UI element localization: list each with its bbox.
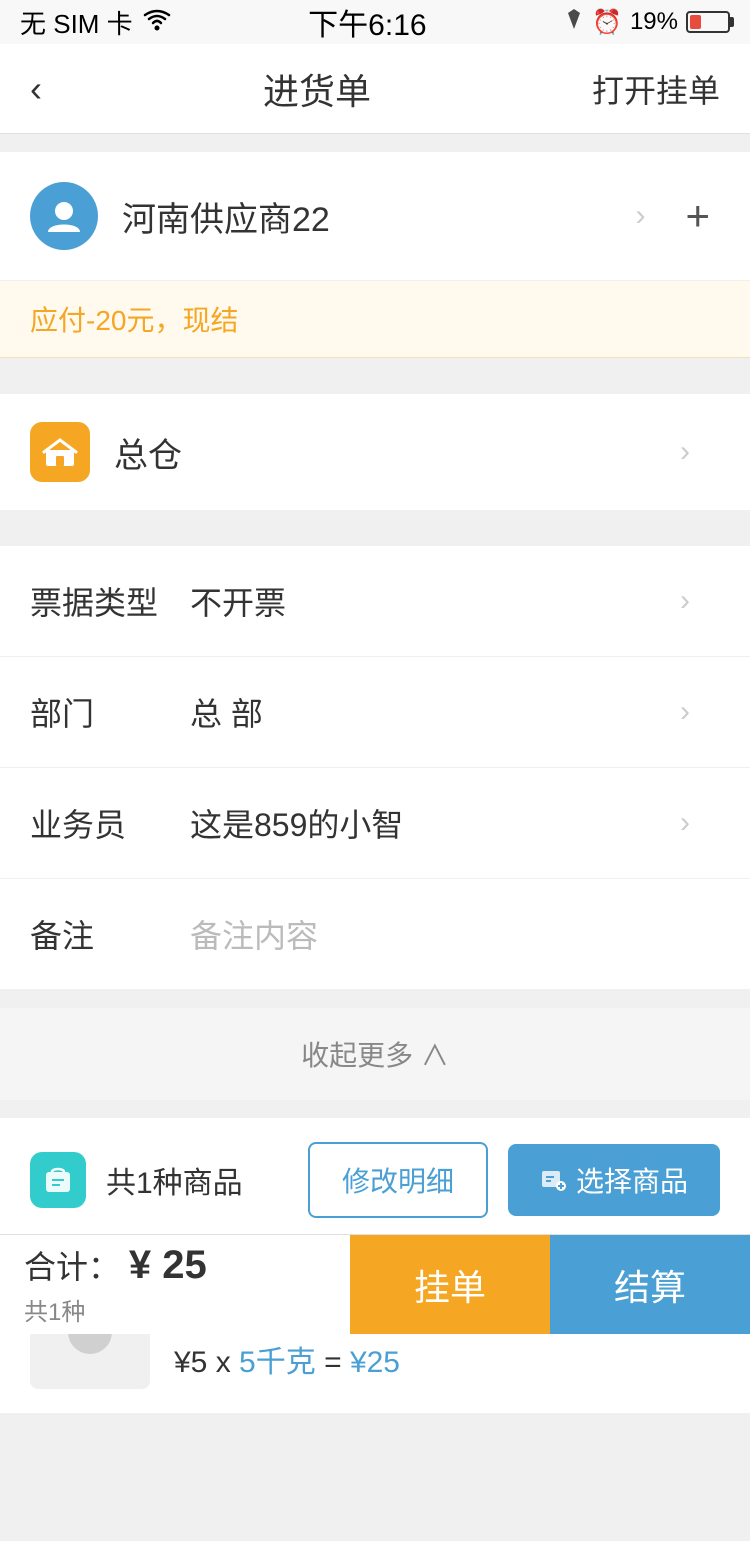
select-product-label: 选择商品 (576, 1160, 688, 1200)
supplier-row[interactable]: 河南供应商22 › + (0, 152, 750, 281)
warehouse-chevron-icon: › (680, 435, 690, 469)
product-count-icon (30, 1152, 86, 1208)
staff-chevron-icon: › (680, 806, 690, 840)
remark-input[interactable]: 备注内容 (190, 911, 720, 957)
dept-value: 总 部 (190, 689, 680, 735)
divider-1 (0, 134, 750, 152)
total-amount: ¥ 25 (129, 1243, 207, 1287)
supplier-avatar (30, 182, 98, 250)
product-header: 共1种商品 修改明细 选择商品 (0, 1118, 750, 1242)
page-title: 进货单 (263, 63, 371, 115)
supplier-chevron-icon: › (635, 199, 645, 233)
warehouse-card: 总仓 › (0, 394, 750, 510)
divider-2 (0, 376, 750, 394)
supplier-card: 河南供应商22 › + 应付-20元，现结 (0, 152, 750, 358)
divider-4 (0, 1100, 750, 1118)
wifi-icon (143, 7, 171, 38)
alarm-icon: ⏰ (592, 8, 622, 37)
ticket-label: 票据类型 (30, 578, 190, 624)
form-row-ticket[interactable]: 票据类型 不开票 › (0, 546, 750, 657)
open-hang-button[interactable]: 打开挂单 (592, 66, 720, 112)
dept-chevron-icon: › (680, 695, 690, 729)
unit-price: ¥5 x (174, 1346, 239, 1379)
back-button[interactable]: ‹ (30, 68, 42, 110)
add-button[interactable]: + (675, 192, 720, 240)
nav-bar: ‹ 进货单 打开挂单 (0, 44, 750, 134)
total-label: 合计： ¥ 25 (24, 1242, 326, 1288)
status-time: 下午6:16 (308, 0, 426, 44)
battery-icon (686, 11, 730, 33)
product-price: ¥5 x 5千克 = ¥25 (174, 1337, 664, 1381)
remark-label: 备注 (30, 911, 190, 957)
modify-detail-button[interactable]: 修改明细 (308, 1142, 488, 1218)
total-section: 合计： ¥ 25 共1种 (0, 1235, 350, 1334)
bottom-bar: 合计： ¥ 25 共1种 挂单 结算 (0, 1234, 750, 1334)
supplier-name: 河南供应商22 (122, 192, 635, 241)
bottom-spacer (0, 1431, 750, 1541)
battery-percent: 19% (630, 8, 678, 36)
staff-label: 业务员 (30, 800, 190, 846)
ticket-value: 不开票 (190, 578, 680, 624)
hang-button[interactable]: 挂单 (350, 1235, 550, 1334)
equals: = (324, 1346, 350, 1379)
notice-banner: 应付-20元，现结 (0, 281, 750, 358)
product-count-text: 共1种商品 (106, 1158, 308, 1202)
checkout-button[interactable]: 结算 (550, 1235, 750, 1334)
form-card: 票据类型 不开票 › 部门 总 部 › 业务员 这是859的小智 › 备注 备注… (0, 546, 750, 990)
total-sub: 共1种 (24, 1292, 326, 1327)
carrier-label: 无 SIM 卡 (20, 4, 133, 41)
form-row-remark[interactable]: 备注 备注内容 (0, 879, 750, 990)
quantity: 5千克 (239, 1346, 316, 1379)
warehouse-row[interactable]: 总仓 › (0, 394, 750, 510)
status-right: ⏰ 19% (564, 7, 730, 38)
ticket-chevron-icon: › (680, 584, 690, 618)
dept-label: 部门 (30, 689, 190, 735)
form-row-dept[interactable]: 部门 总 部 › (0, 657, 750, 768)
warehouse-icon (30, 422, 90, 482)
select-product-button[interactable]: 选择商品 (508, 1144, 720, 1216)
total-price: ¥25 (350, 1346, 400, 1379)
form-row-staff[interactable]: 业务员 这是859的小智 › (0, 768, 750, 879)
warehouse-name: 总仓 (114, 428, 680, 477)
location-icon (564, 7, 584, 38)
status-left: 无 SIM 卡 (20, 4, 171, 41)
divider-3 (0, 528, 750, 546)
status-bar: 无 SIM 卡 下午6:16 ⏰ 19% (0, 0, 750, 44)
staff-value: 这是859的小智 (190, 800, 680, 846)
collapse-button[interactable]: 收起更多 ∧ (0, 1008, 750, 1100)
